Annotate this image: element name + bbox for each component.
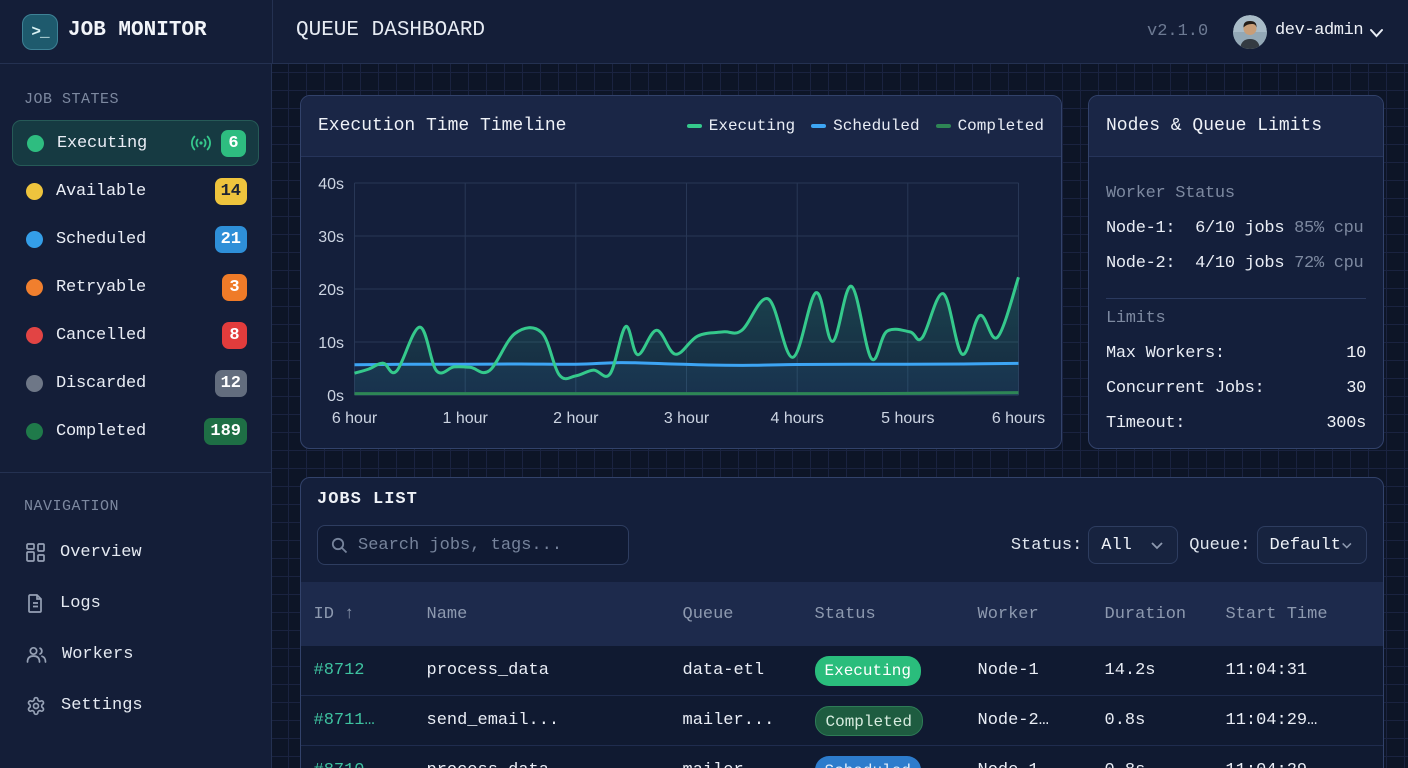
svg-text:3 hour: 3 hour [664, 410, 710, 427]
svg-text:2 hour: 2 hour [553, 410, 599, 427]
svg-text:20s: 20s [318, 282, 344, 299]
svg-text:4 hours: 4 hours [771, 410, 824, 427]
svg-text:10s: 10s [318, 335, 344, 352]
svg-text:30s: 30s [318, 229, 344, 246]
svg-text:5 hours: 5 hours [881, 410, 934, 427]
svg-text:1 hour: 1 hour [443, 410, 489, 427]
svg-text:6 hours: 6 hours [992, 410, 1045, 427]
svg-text:40s: 40s [318, 176, 344, 193]
svg-text:6 hour: 6 hour [332, 410, 378, 427]
svg-text:0s: 0s [327, 388, 344, 405]
